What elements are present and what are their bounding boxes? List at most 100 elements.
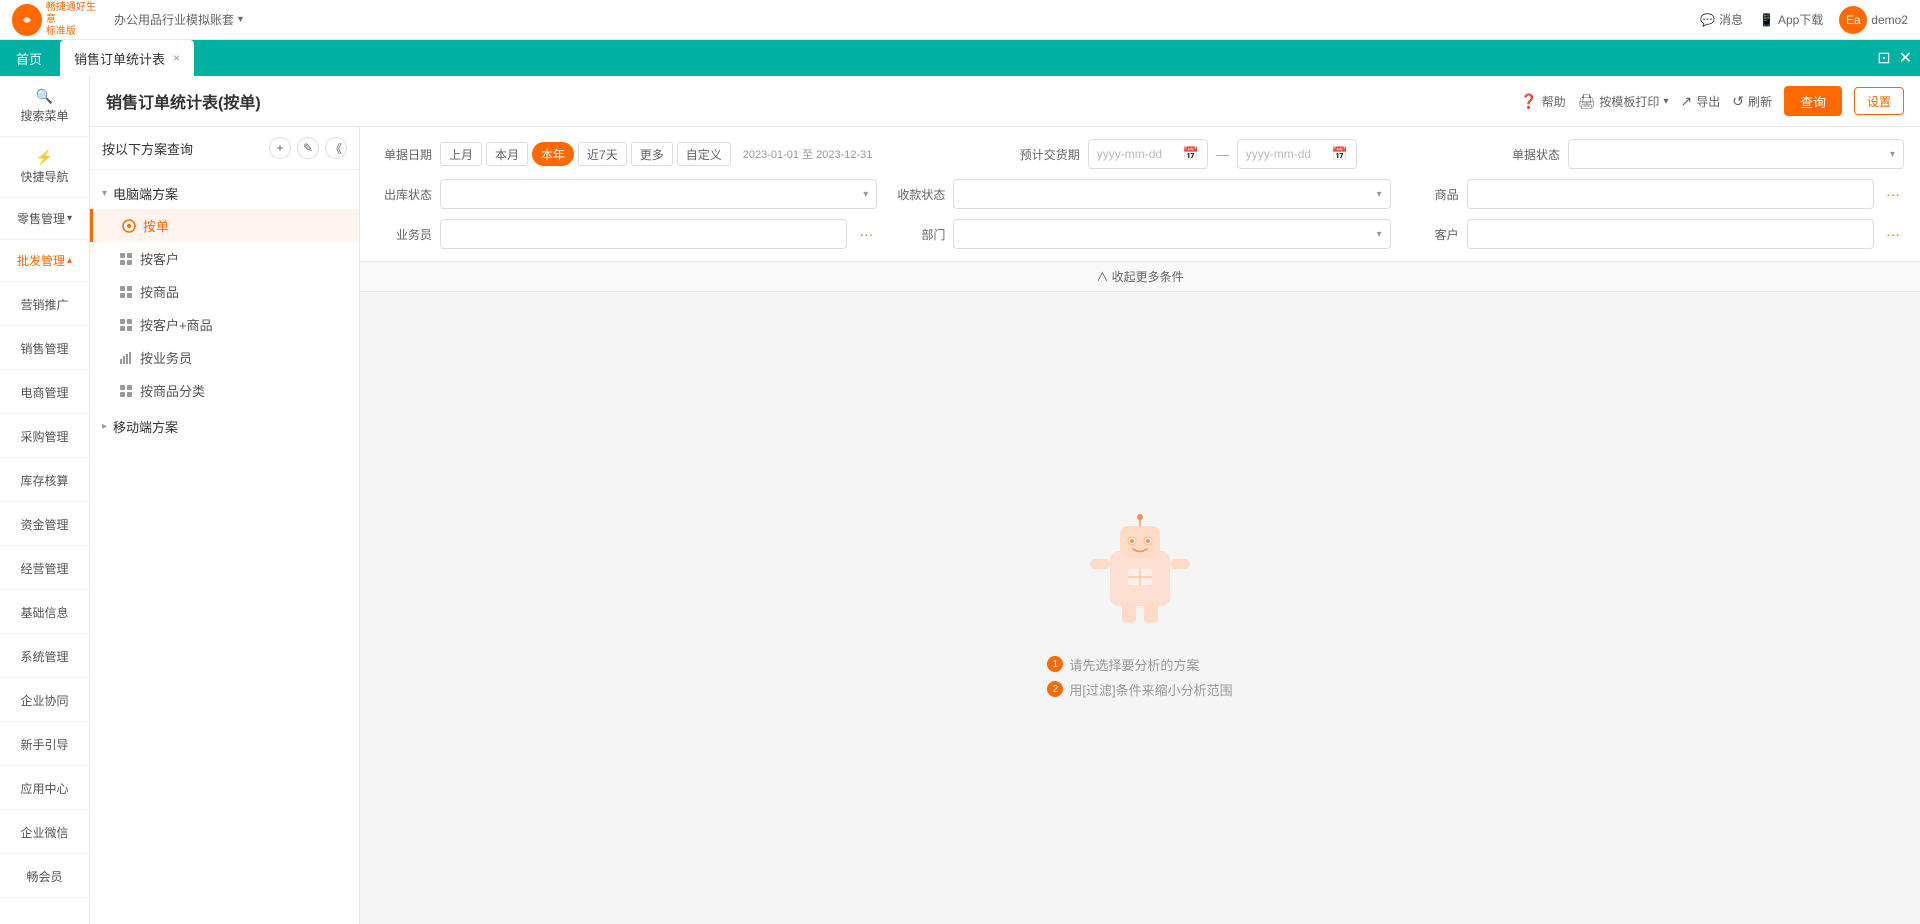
sidebar-item-wholesale[interactable]: 批发管理 ▴ [0,240,89,282]
tab-home[interactable]: 首页 [0,40,58,76]
last-month-btn[interactable]: 上月 [440,142,482,166]
sidebar-item-quick-nav[interactable]: ⚡ 快捷导航 [0,137,89,198]
collapse-panel-button[interactable]: 《 [325,137,347,159]
customer-input[interactable] [1467,219,1874,249]
sidebar-item-appcenter[interactable]: 应用中心 [0,766,89,810]
expand-icon: ▾ [67,213,72,224]
date-btns: 上月 本月 本年 近7天 更多 自定义 [440,142,731,166]
sidebar-item-cooperation[interactable]: 企业协同 [0,678,89,722]
hint-item-2: 2 用[过滤]条件来缩小分析范围 [1047,680,1232,699]
user-profile[interactable]: Ea demo2 [1839,6,1908,34]
sidebar-item-newguide[interactable]: 新手引导 [0,722,89,766]
status-select[interactable]: ▾ [1568,139,1904,169]
sidebar-item-label: 畅会员 [4,868,85,885]
right-content: 单据日期 上月 本月 本年 近7天 更多 自定义 2023-01-01 至 20… [360,127,1920,924]
by-category-icon [118,383,134,399]
print-icon: 🖨 [1578,93,1596,110]
template-print-button[interactable]: 🖨 按模板打印 ▾ [1578,93,1669,110]
add-scheme-button[interactable]: + [269,137,291,159]
sidebar-item-label: 应用中心 [4,780,85,797]
tree-item-by-salesman[interactable]: 按业务员 [90,341,359,374]
sidebar-item-ecommerce[interactable]: 电商管理 [0,370,89,414]
sidebar-item-inventory[interactable]: 库存核算 [0,458,89,502]
edit-scheme-button[interactable]: ✎ [297,137,319,159]
sidebar-item-label: 营销推广 [4,296,85,313]
tree-section-arrow-icon: ▸ [102,421,107,432]
tab-sales-order[interactable]: 销售订单统计表 × [60,40,194,76]
more-date-btn[interactable]: 更多 [631,142,673,166]
tree-item-by-goods[interactable]: 按商品 [90,275,359,308]
edit-icon: ✎ [303,141,313,155]
sidebar-item-marketing[interactable]: 营销推广 [0,282,89,326]
date-range-text: 2023-01-01 至 2023-12-31 [743,146,873,162]
tree-item-by-customer[interactable]: 按客户 [90,242,359,275]
this-month-btn[interactable]: 本月 [486,142,528,166]
sidebar-item-finance[interactable]: 资金管理 [0,502,89,546]
salesman-input[interactable] [440,219,847,249]
goods-input[interactable] [1467,179,1874,209]
window-close-icon[interactable]: ✕ [1899,48,1912,68]
salesman-more-icon[interactable]: ··· [855,226,877,242]
by-customer-icon [118,251,134,267]
last-7days-btn[interactable]: 近7天 [578,142,627,166]
sidebar-item-label: 快捷导航 [4,168,85,185]
sidebar-item-corpwechat[interactable]: 企业微信 [0,810,89,854]
tree-item-by-order[interactable]: 按单 [90,209,359,242]
tree-section-arrow-icon: ▾ [102,188,107,199]
this-year-btn[interactable]: 本年 [532,142,574,166]
ship-status-arrow-icon: ▾ [863,189,868,200]
tree-section-label: 电脑端方案 [113,184,178,203]
sidebar-item-purchase[interactable]: 采购管理 [0,414,89,458]
tree-section-mobile-header[interactable]: ▸ 移动端方案 [90,411,359,442]
tree-item-label: 按单 [143,216,169,235]
window-restore-icon[interactable]: ⊡ [1877,48,1890,68]
sidebar-item-retail[interactable]: 零售管理 ▾ [0,198,89,240]
help-button[interactable]: ❓ 帮助 [1520,93,1565,110]
tree-section-label: 移动端方案 [113,417,178,436]
sidebar-item-operations[interactable]: 经营管理 [0,546,89,590]
breadcrumb-dropdown[interactable]: 办公用品行业模拟账套 ▾ [114,11,243,28]
sidebar-item-sales[interactable]: 销售管理 [0,326,89,370]
tree-item-label: 按客户 [140,249,179,268]
sidebar-item-basic[interactable]: 基础信息 [0,590,89,634]
by-salesman-icon [118,350,134,366]
breadcrumb-area: 办公用品行业模拟账套 ▾ [102,11,1700,28]
dept-select[interactable]: ▾ [953,219,1390,249]
refresh-button[interactable]: ↺ 刷新 [1732,93,1772,110]
tree-item-by-category[interactable]: 按商品分类 [90,374,359,407]
empty-hints: 1 请先选择要分析的方案 2 用[过滤]条件来缩小分析范围 [1047,655,1232,705]
expected-date-end-input[interactable]: yyyy-mm-dd 📅 [1237,139,1357,169]
page-header: 销售订单统计表(按单) ❓ 帮助 🖨 按模板打印 ▾ ↗ 导出 ↺ 刷新 [90,76,1920,127]
status-arrow-icon: ▾ [1890,149,1895,160]
sidebar-item-search-menu[interactable]: 🔍 搜索菜单 [0,76,89,137]
expected-date-label: 预计交货期 [1020,146,1080,163]
collapse-bar[interactable]: ∧ 收起更多条件 [360,262,1920,292]
page-header-actions: ❓ 帮助 🖨 按模板打印 ▾ ↗ 导出 ↺ 刷新 查询 [1520,86,1904,116]
ship-status-select[interactable]: ▾ [440,179,877,209]
content-area: 销售订单统计表(按单) ❓ 帮助 🖨 按模板打印 ▾ ↗ 导出 ↺ 刷新 [90,76,1920,924]
goods-more-icon[interactable]: ··· [1882,186,1904,202]
tab-bar: 首页 销售订单统计表 × ⊡ ✕ [0,40,1920,76]
export-button[interactable]: ↗ 导出 [1680,93,1720,110]
custom-date-btn[interactable]: 自定义 [677,142,731,166]
sidebar-item-membership[interactable]: 畅会员 [0,854,89,898]
sidebar-item-label: 系统管理 [4,648,85,665]
left-panel-title: 按以下方案查询 [102,139,261,158]
sidebar-item-label: 采购管理 [4,428,85,445]
tree-section-desktop-header[interactable]: ▾ 电脑端方案 [90,178,359,209]
tab-close-icon[interactable]: × [173,51,180,65]
sidebar-item-system[interactable]: 系统管理 [0,634,89,678]
settings-button[interactable]: 设置 [1854,87,1904,115]
search-button[interactable]: 查询 [1784,86,1842,116]
tree-item-by-cust-goods[interactable]: 按客户+商品 [90,308,359,341]
salesman-label: 业务员 [376,226,432,243]
collapse-icon: 《 [330,140,342,157]
hint-item-1: 1 请先选择要分析的方案 [1047,655,1232,674]
app-download-button[interactable]: 📱 App下载 [1759,11,1823,28]
customer-more-icon[interactable]: ··· [1882,226,1904,242]
pay-status-arrow-icon: ▾ [1377,189,1382,200]
expected-date-start-input[interactable]: yyyy-mm-dd 📅 [1088,139,1208,169]
pay-status-select[interactable]: ▾ [953,179,1390,209]
messages-button[interactable]: 💬 消息 [1700,11,1743,28]
filter-area: 单据日期 上月 本月 本年 近7天 更多 自定义 2023-01-01 至 20… [360,127,1920,262]
